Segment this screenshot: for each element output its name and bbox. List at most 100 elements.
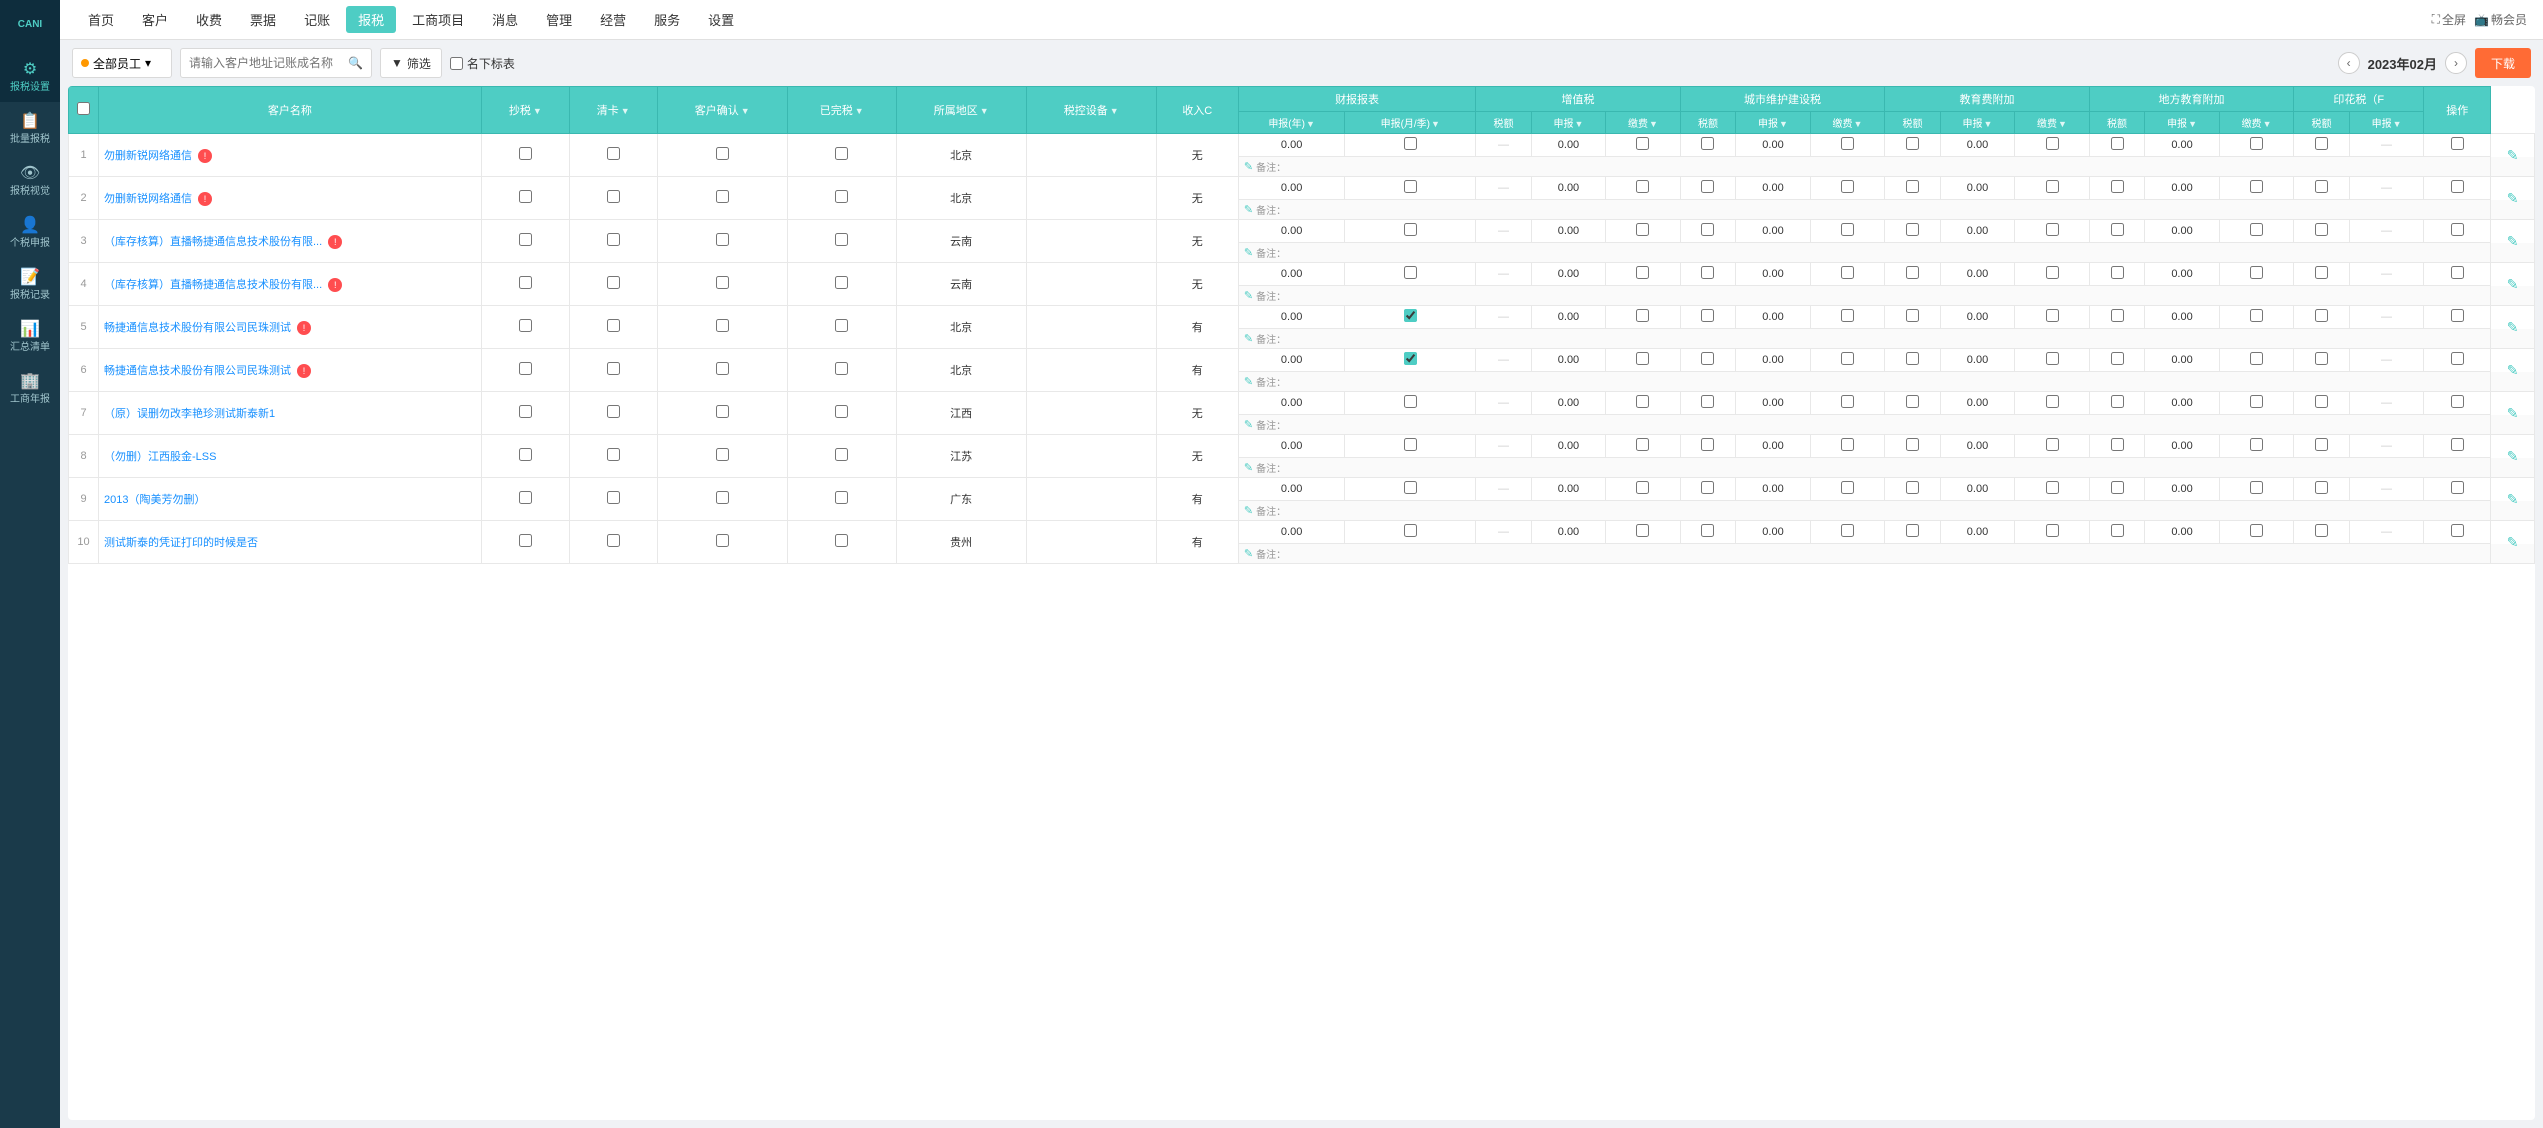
th-dfjyf-pay[interactable]: 缴费▼	[2219, 112, 2294, 134]
th-querenr[interactable]: 客户确认▼	[657, 87, 787, 134]
zzs-pay-checkbox-6[interactable]	[1701, 352, 1714, 365]
zzs-apply-7[interactable]	[1606, 392, 1681, 415]
zzs-apply-10[interactable]	[1606, 521, 1681, 544]
csws-pay-10[interactable]	[1885, 521, 1941, 544]
caiwu-year-cell-2[interactable]	[1345, 177, 1476, 200]
querenr-checkbox-5[interactable]	[716, 319, 729, 332]
qingka-cell-9[interactable]	[569, 478, 657, 521]
caiwu-year-checkbox-3[interactable]	[1404, 223, 1417, 236]
nav-gongshang[interactable]: 工商项目	[400, 6, 476, 33]
jyf-pay-checkbox-5[interactable]	[2111, 309, 2124, 322]
action-edit-4[interactable]: ✎	[2507, 276, 2519, 292]
jyf-pay-9[interactable]	[2089, 478, 2145, 501]
th-yhs-apply[interactable]: 申报▼	[2349, 112, 2424, 134]
zzs-pay-9[interactable]	[1680, 478, 1736, 501]
dfjyf-pay-7[interactable]	[2294, 392, 2350, 415]
chaoshui-checkbox-7[interactable]	[519, 405, 532, 418]
th-jyf-pay[interactable]: 缴费▼	[2015, 112, 2090, 134]
zzs-pay-1[interactable]	[1680, 134, 1736, 157]
jyf-apply-checkbox-6[interactable]	[2046, 352, 2059, 365]
wanshuir-cell-9[interactable]	[787, 478, 896, 521]
wanshuir-cell-3[interactable]	[787, 220, 896, 263]
csws-pay-9[interactable]	[1885, 478, 1941, 501]
zzs-apply-3[interactable]	[1606, 220, 1681, 243]
csws-apply-checkbox-6[interactable]	[1841, 352, 1854, 365]
csws-apply-checkbox-8[interactable]	[1841, 438, 1854, 451]
action-edit-10[interactable]: ✎	[2507, 534, 2519, 550]
csws-apply-checkbox-3[interactable]	[1841, 223, 1854, 236]
nav-shoufei[interactable]: 收费	[184, 6, 234, 33]
sidebar-item-baozhi[interactable]: 👁 报税视觉	[0, 154, 60, 206]
caiwu-year-checkbox-1[interactable]	[1404, 137, 1417, 150]
jyf-pay-checkbox-2[interactable]	[2111, 180, 2124, 193]
csws-pay-checkbox-9[interactable]	[1906, 481, 1919, 494]
csws-pay-checkbox-8[interactable]	[1906, 438, 1919, 451]
csws-pay-checkbox-3[interactable]	[1906, 223, 1919, 236]
nav-kehu[interactable]: 客户	[130, 6, 180, 33]
jyf-apply-checkbox-2[interactable]	[2046, 180, 2059, 193]
csws-apply-1[interactable]	[1810, 134, 1885, 157]
th-select-all[interactable]	[69, 87, 99, 134]
csws-pay-checkbox-1[interactable]	[1906, 137, 1919, 150]
chaoshui-checkbox-8[interactable]	[519, 448, 532, 461]
csws-apply-6[interactable]	[1810, 349, 1885, 372]
zzs-pay-checkbox-5[interactable]	[1701, 309, 1714, 322]
zzs-pay-checkbox-7[interactable]	[1701, 395, 1714, 408]
sidebar-item-piliangbaoshui[interactable]: 📋 批量报税	[0, 102, 60, 154]
querenr-cell-8[interactable]	[657, 435, 787, 478]
wanshuir-cell-8[interactable]	[787, 435, 896, 478]
client-link-7[interactable]: （原）误删勿改李艳珍测试斯泰新1	[104, 408, 275, 420]
querenr-checkbox-2[interactable]	[716, 190, 729, 203]
wanshuir-cell-1[interactable]	[787, 134, 896, 177]
qingka-cell-10[interactable]	[569, 521, 657, 564]
jyf-pay-checkbox-6[interactable]	[2111, 352, 2124, 365]
filter-button[interactable]: ▼ 筛选	[380, 48, 442, 78]
zzs-pay-checkbox-3[interactable]	[1701, 223, 1714, 236]
nav-fuwu[interactable]: 服务	[642, 6, 692, 33]
wanshuir-checkbox-9[interactable]	[835, 491, 848, 504]
action-edit-6[interactable]: ✎	[2507, 362, 2519, 378]
th-caiwu-month[interactable]: 申报(月/季)▼	[1345, 112, 1476, 134]
jyf-apply-2[interactable]	[2015, 177, 2090, 200]
zzs-apply-checkbox-9[interactable]	[1636, 481, 1649, 494]
yhs-apply-1[interactable]	[2424, 134, 2491, 157]
jyf-pay-checkbox-8[interactable]	[2111, 438, 2124, 451]
jyf-pay-3[interactable]	[2089, 220, 2145, 243]
dfjyf-apply-checkbox-6[interactable]	[2250, 352, 2263, 365]
dfjyf-apply-10[interactable]	[2219, 521, 2294, 544]
action-edit-7[interactable]: ✎	[2507, 405, 2519, 421]
zzs-pay-5[interactable]	[1680, 306, 1736, 329]
wanshuir-checkbox-3[interactable]	[835, 233, 848, 246]
csws-pay-checkbox-4[interactable]	[1906, 266, 1919, 279]
sidebar-item-baoshuishezhi[interactable]: ⚙ 报税设置	[0, 50, 60, 102]
client-link-3[interactable]: （库存核算）直播畅捷通信息技术股份有限...	[104, 236, 322, 248]
jyf-apply-checkbox-10[interactable]	[2046, 524, 2059, 537]
yhs-apply-8[interactable]	[2424, 435, 2491, 458]
sidebar-item-huizong[interactable]: 📊 汇总清单	[0, 310, 60, 362]
zzs-apply-checkbox-1[interactable]	[1636, 137, 1649, 150]
csws-apply-checkbox-7[interactable]	[1841, 395, 1854, 408]
action-edit-5[interactable]: ✎	[2507, 319, 2519, 335]
chaoshui-cell-4[interactable]	[481, 263, 569, 306]
jyf-apply-checkbox-7[interactable]	[2046, 395, 2059, 408]
jyf-apply-checkbox-1[interactable]	[2046, 137, 2059, 150]
querenr-cell-6[interactable]	[657, 349, 787, 392]
jyf-pay-2[interactable]	[2089, 177, 2145, 200]
yhs-apply-checkbox-3[interactable]	[2451, 223, 2464, 236]
querenr-checkbox-10[interactable]	[716, 534, 729, 547]
dfjyf-apply-4[interactable]	[2219, 263, 2294, 286]
caiwu-year-cell-7[interactable]	[1345, 392, 1476, 415]
remark-edit-icon-6[interactable]: ✎	[1244, 375, 1253, 388]
action-edit-2[interactable]: ✎	[2507, 190, 2519, 206]
jyf-apply-6[interactable]	[2015, 349, 2090, 372]
zzs-apply-checkbox-8[interactable]	[1636, 438, 1649, 451]
qingka-cell-3[interactable]	[569, 220, 657, 263]
dfjyf-pay-6[interactable]	[2294, 349, 2350, 372]
nav-jingying[interactable]: 经营	[588, 6, 638, 33]
nav-guanli[interactable]: 管理	[534, 6, 584, 33]
wanshuir-cell-4[interactable]	[787, 263, 896, 306]
csws-apply-4[interactable]	[1810, 263, 1885, 286]
action-edit-1[interactable]: ✎	[2507, 147, 2519, 163]
querenr-cell-2[interactable]	[657, 177, 787, 220]
csws-apply-checkbox-9[interactable]	[1841, 481, 1854, 494]
